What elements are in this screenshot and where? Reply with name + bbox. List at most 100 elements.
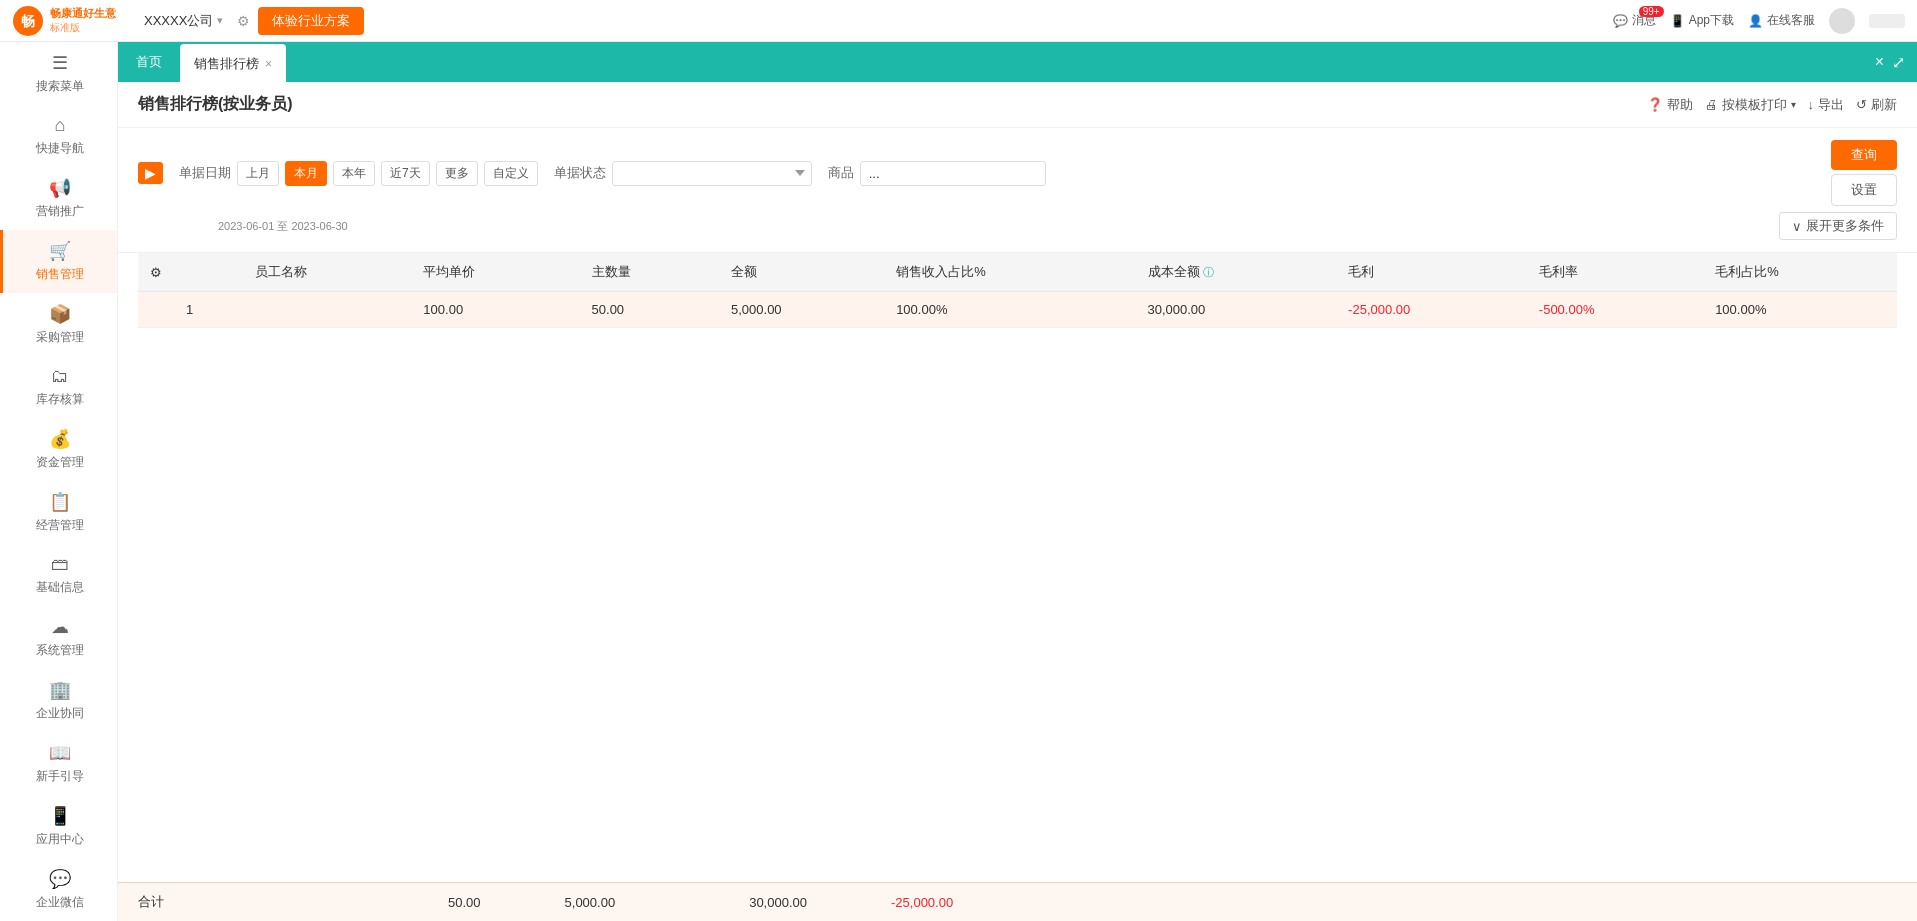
sidebar-item-label-wechat: 企业微信: [36, 894, 84, 911]
basic-info-icon: 🗃: [51, 554, 69, 575]
inventory-icon: 🗂: [51, 366, 69, 387]
message-button[interactable]: 💬 消息 99+: [1613, 12, 1656, 29]
svg-text:畅: 畅: [21, 13, 35, 29]
date-btn-this-month[interactable]: 本月: [285, 161, 327, 186]
table-footer: 合计 50.00 5,000.00 30,000.00 -25,000.00: [118, 882, 1917, 921]
tab-home-label: 首页: [136, 53, 162, 71]
topbar: 畅 畅康通好生意 标准版 XXXXX公司 ▾ ⚙ 体验行业方案 💬 消息 99+…: [0, 0, 1917, 42]
tab-home[interactable]: 首页: [118, 42, 180, 82]
row-rank: 1: [174, 292, 243, 328]
date-btn-last-month[interactable]: 上月: [237, 161, 279, 186]
col-gross-pct: 毛利占比%: [1703, 253, 1897, 292]
company-selector[interactable]: XXXXX公司 ▾: [144, 12, 223, 30]
sidebar-item-label-guide: 新手引导: [36, 768, 84, 785]
sidebar-item-label-app-center: 应用中心: [36, 831, 84, 848]
expand-more-button[interactable]: ∨ 展开更多条件: [1779, 212, 1897, 240]
status-filter: 单据状态: [554, 161, 812, 186]
sidebar-item-sales[interactable]: 🛒 销售管理: [0, 230, 117, 293]
col-avg-price: 平均单价: [411, 253, 579, 292]
export-button[interactable]: ↓ 导出: [1808, 96, 1845, 114]
settings-icon[interactable]: ⚙: [237, 13, 250, 29]
app-download-button[interactable]: 📱 App下载: [1670, 12, 1734, 29]
sidebar-item-label-search: 搜索菜单: [36, 78, 84, 95]
sidebar-item-search-orders[interactable]: ☰ 搜索菜单: [0, 42, 117, 105]
footer-cost: 30,000.00: [749, 895, 807, 910]
tab-close-icon[interactable]: ×: [265, 57, 272, 71]
date-btn-7days[interactable]: 近7天: [381, 161, 430, 186]
avatar[interactable]: [1829, 8, 1855, 34]
online-support-button[interactable]: 👤 在线客服: [1748, 12, 1815, 29]
sidebar-item-enterprise[interactable]: 🏢 企业协同: [0, 669, 117, 732]
sidebar-item-guide[interactable]: 📖 新手引导: [0, 732, 117, 795]
col-amount: 全额: [719, 253, 884, 292]
col-quantity: 主数量: [580, 253, 719, 292]
col-settings[interactable]: ⚙: [138, 253, 174, 292]
table-area: ⚙ 员工名称 平均单价 主数量 全额 销售收入占比% 成本全额 ⓘ: [118, 253, 1917, 882]
guide-icon: 📖: [49, 742, 71, 764]
sidebar-item-inventory[interactable]: 🗂 库存核算: [0, 356, 117, 418]
page-header: 销售排行榜(按业务员) ❓ 帮助 🖨 按模板打印 ▾ ↓ 导出: [118, 82, 1917, 128]
date-filter: 单据日期 上月 本月 本年 近7天 更多 自定义: [179, 161, 538, 186]
sidebar-item-operations[interactable]: 📋 经营管理: [0, 481, 117, 544]
col-employee: 员工名称: [243, 253, 411, 292]
search-orders-icon: ☰: [52, 52, 68, 74]
filter-right-actions: 查询 设置: [1831, 140, 1897, 206]
sales-ranking-table: ⚙ 员工名称 平均单价 主数量 全额 销售收入占比% 成本全额 ⓘ: [138, 253, 1897, 328]
help-button[interactable]: ❓ 帮助: [1647, 96, 1693, 114]
app-download-icon: 📱: [1670, 14, 1685, 28]
print-button[interactable]: 🖨 按模板打印 ▾: [1705, 96, 1796, 114]
col-settings-icon[interactable]: ⚙: [150, 265, 162, 280]
expand-icon: ∨: [1792, 219, 1802, 234]
expand-label: 展开更多条件: [1806, 217, 1884, 235]
sidebar-item-purchase[interactable]: 📦 采购管理: [0, 293, 117, 356]
col-cost: 成本全额 ⓘ: [1136, 253, 1337, 292]
sidebar-item-wechat[interactable]: 💬 企业微信: [0, 858, 117, 921]
export-label: 导出: [1818, 96, 1844, 114]
date-btn-this-year[interactable]: 本年: [333, 161, 375, 186]
cost-info-icon[interactable]: ⓘ: [1203, 266, 1214, 278]
sidebar-item-quick-nav[interactable]: ⌂ 快捷导航: [0, 105, 117, 167]
query-button[interactable]: 查询: [1831, 140, 1897, 170]
col-rank: [174, 253, 243, 292]
sidebar-item-label-system: 系统管理: [36, 642, 84, 659]
sidebar-item-label-inventory: 库存核算: [36, 391, 84, 408]
sidebar-item-app-center[interactable]: 📱 应用中心: [0, 795, 117, 858]
logo-icon: 畅: [12, 5, 44, 37]
tab-bar: 首页 销售排行榜 × × ⤢: [118, 42, 1917, 82]
sidebar-item-label-sales: 销售管理: [36, 266, 84, 283]
filter-area: ▶ 单据日期 上月 本月 本年 近7天 更多 自定义 单据状态: [118, 128, 1917, 253]
sidebar-item-system[interactable]: ☁ 系统管理: [0, 606, 117, 669]
finance-icon: 💰: [49, 428, 71, 450]
print-icon: 🖨: [1705, 97, 1718, 112]
date-btn-custom[interactable]: 自定义: [484, 161, 538, 186]
window-close-icon[interactable]: ×: [1875, 53, 1884, 71]
sidebar-item-finance[interactable]: 💰 资金管理: [0, 418, 117, 481]
filter-row: ▶ 单据日期 上月 本月 本年 近7天 更多 自定义 单据状态: [138, 140, 1897, 206]
refresh-button[interactable]: ↺ 刷新: [1856, 96, 1897, 114]
col-gross-rate: 毛利率: [1527, 253, 1703, 292]
logo-text: 畅康通好生意 标准版: [50, 6, 116, 35]
marketing-icon: 📢: [49, 177, 71, 199]
filter-settings-button[interactable]: 设置: [1831, 174, 1897, 206]
tab-bar-right: × ⤢: [1875, 53, 1917, 72]
date-range-display: 2023-06-01 至 2023-06-30: [218, 219, 348, 234]
footer-quantity: 50.00: [448, 895, 481, 910]
window-expand-icon[interactable]: ⤢: [1892, 53, 1905, 72]
enterprise-icon: 🏢: [49, 679, 71, 701]
filter-arrow-button[interactable]: ▶: [138, 162, 163, 184]
sidebar-item-label-operations: 经营管理: [36, 517, 84, 534]
sidebar-item-marketing[interactable]: 📢 营销推广: [0, 167, 117, 230]
date-btn-more[interactable]: 更多: [436, 161, 478, 186]
row-col-settings: [138, 292, 174, 328]
help-icon: ❓: [1647, 97, 1663, 112]
goods-input[interactable]: [860, 161, 1046, 186]
tab-sales-ranking[interactable]: 销售排行榜 ×: [180, 44, 286, 84]
sidebar-item-label-purchase: 采购管理: [36, 329, 84, 346]
trial-button[interactable]: 体验行业方案: [258, 7, 364, 35]
message-badge: 99+: [1639, 6, 1664, 17]
row-sales-pct: 100.00%: [884, 292, 1135, 328]
topbar-right: 💬 消息 99+ 📱 App下载 👤 在线客服: [1613, 8, 1905, 34]
status-select[interactable]: [612, 161, 812, 186]
sidebar-item-basic-info[interactable]: 🗃 基础信息: [0, 544, 117, 606]
footer-label: 合计: [138, 893, 164, 911]
